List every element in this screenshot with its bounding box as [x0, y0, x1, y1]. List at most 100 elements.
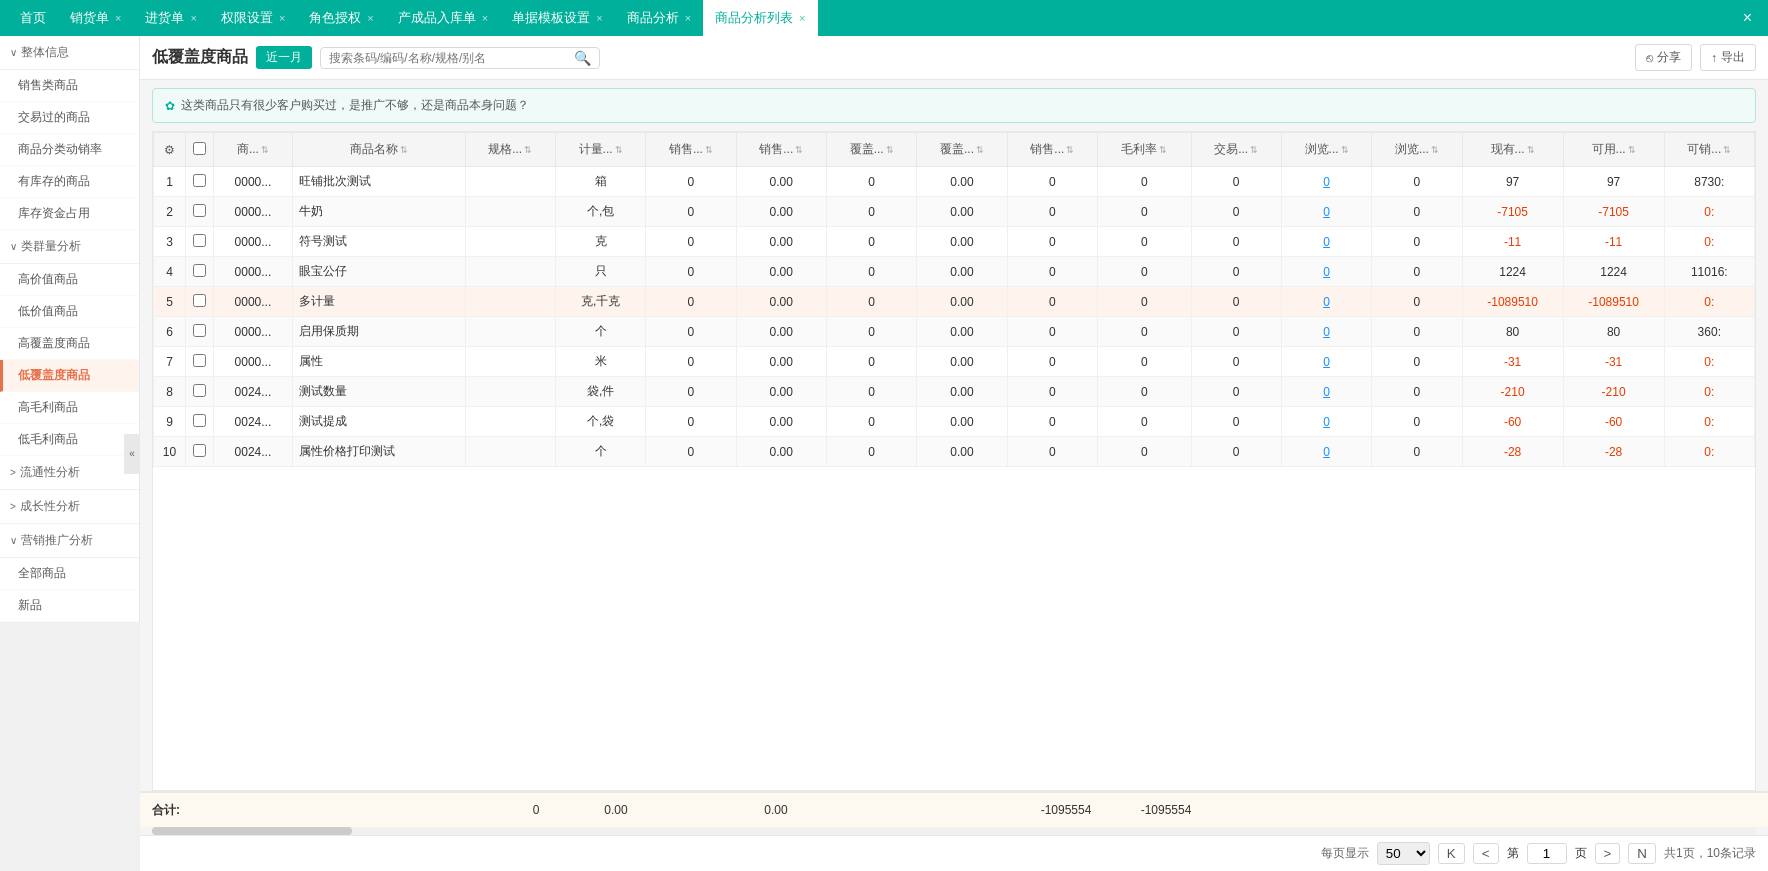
row-checkbox[interactable] [193, 174, 206, 187]
th-checkbox[interactable] [186, 133, 214, 167]
th-trade[interactable]: 交易...⇅ [1191, 133, 1281, 167]
sidebar-item-stock-capital[interactable]: 库存资金占用 [0, 198, 139, 230]
th-spec[interactable]: 规格...⇅ [465, 133, 555, 167]
sidebar-collapse-button[interactable]: « [124, 434, 140, 474]
sidebar-section-flow[interactable]: > 流通性分析 [0, 456, 139, 490]
cell-browse1[interactable]: 0 [1281, 197, 1371, 227]
share-button[interactable]: ⎋ 分享 [1635, 44, 1692, 71]
period-button[interactable]: 近一月 [256, 46, 312, 69]
cell-checkbox[interactable] [186, 167, 214, 197]
nav-item-product[interactable]: 产成品入库单 × [386, 0, 500, 36]
nav-item-analysis[interactable]: 商品分析 × [615, 0, 703, 36]
cell-checkbox[interactable] [186, 197, 214, 227]
cell-checkbox[interactable] [186, 347, 214, 377]
cell-browse1[interactable]: 0 [1281, 347, 1371, 377]
sidebar-item-high-value[interactable]: 高价值商品 [0, 264, 139, 296]
th-cover2[interactable]: 覆盖...⇅ [917, 133, 1007, 167]
first-page-button[interactable]: K [1438, 843, 1465, 864]
sidebar-section-growth[interactable]: > 成长性分析 [0, 490, 139, 524]
nav-close-permission[interactable]: × [279, 12, 285, 24]
row-checkbox[interactable] [193, 444, 206, 457]
nav-item-purchase[interactable]: 进货单 × [133, 0, 208, 36]
cell-browse1[interactable]: 0 [1281, 317, 1371, 347]
th-name[interactable]: 商品名称⇅ [292, 133, 465, 167]
row-checkbox[interactable] [193, 204, 206, 217]
th-sales1[interactable]: 销售...⇅ [646, 133, 736, 167]
row-checkbox[interactable] [193, 264, 206, 277]
select-all-checkbox[interactable] [193, 142, 206, 155]
nav-item-analysis-list[interactable]: 商品分析列表 × [703, 0, 817, 36]
cell-browse1[interactable]: 0 [1281, 437, 1371, 467]
sidebar-item-stock-goods[interactable]: 有库存的商品 [0, 166, 139, 198]
last-page-button[interactable]: N [1628, 843, 1656, 864]
cell-browse1[interactable]: 0 [1281, 227, 1371, 257]
nav-item-template[interactable]: 单据模板设置 × [500, 0, 614, 36]
th-browse2[interactable]: 浏览...⇅ [1372, 133, 1462, 167]
cell-checkbox[interactable] [186, 227, 214, 257]
row-checkbox[interactable] [193, 384, 206, 397]
per-page-select[interactable]: 10 20 50 100 [1377, 842, 1430, 865]
nav-close-analysis-list[interactable]: × [799, 12, 805, 24]
sidebar-item-traded-goods[interactable]: 交易过的商品 [0, 102, 139, 134]
cell-checkbox[interactable] [186, 317, 214, 347]
sidebar-item-low-margin[interactable]: 低毛利商品 [0, 424, 139, 456]
cell-browse1[interactable]: 0 [1281, 257, 1371, 287]
th-settings[interactable]: ⚙ [154, 133, 186, 167]
cell-checkbox[interactable] [186, 377, 214, 407]
th-unit[interactable]: 计量...⇅ [555, 133, 645, 167]
th-browse1[interactable]: 浏览...⇅ [1281, 133, 1371, 167]
settings-icon[interactable]: ⚙ [164, 143, 175, 157]
th-gross[interactable]: 毛利率⇅ [1098, 133, 1192, 167]
next-page-button[interactable]: > [1595, 843, 1621, 864]
cell-checkbox[interactable] [186, 437, 214, 467]
cell-checkbox[interactable] [186, 287, 214, 317]
nav-close-analysis[interactable]: × [685, 12, 691, 24]
sidebar-item-sales-goods[interactable]: 销售类商品 [0, 70, 139, 102]
th-cover1[interactable]: 覆盖...⇅ [826, 133, 916, 167]
scrollbar-thumb[interactable] [152, 827, 352, 835]
th-sales2[interactable]: 销售...⇅ [736, 133, 826, 167]
sidebar-section-cluster[interactable]: ∨ 类群量分析 [0, 230, 139, 264]
search-input[interactable] [329, 51, 574, 65]
nav-close-template[interactable]: × [596, 12, 602, 24]
nav-close-role[interactable]: × [367, 12, 373, 24]
search-icon[interactable]: 🔍 [574, 50, 591, 66]
nav-close-sales[interactable]: × [115, 12, 121, 24]
nav-close-purchase[interactable]: × [190, 12, 196, 24]
window-close-button[interactable]: × [1735, 9, 1760, 27]
th-stock2[interactable]: 可用...⇅ [1563, 133, 1664, 167]
sidebar-section-overview[interactable]: ∨ 整体信息 [0, 36, 139, 70]
cell-checkbox[interactable] [186, 257, 214, 287]
sidebar-item-low-value[interactable]: 低价值商品 [0, 296, 139, 328]
nav-item-sales[interactable]: 销货单 × [58, 0, 133, 36]
row-checkbox[interactable] [193, 324, 206, 337]
sidebar-item-high-coverage[interactable]: 高覆盖度商品 [0, 328, 139, 360]
row-checkbox[interactable] [193, 294, 206, 307]
page-number-input[interactable] [1527, 843, 1567, 864]
cell-browse1[interactable]: 0 [1281, 377, 1371, 407]
sidebar-item-category-rate[interactable]: 商品分类动销率 [0, 134, 139, 166]
cell-browse1[interactable]: 0 [1281, 407, 1371, 437]
sidebar-item-high-margin[interactable]: 高毛利商品 [0, 392, 139, 424]
nav-item-home[interactable]: 首页 [8, 0, 58, 36]
export-button[interactable]: ↑ 导出 [1700, 44, 1756, 71]
th-sellable[interactable]: 可销...⇅ [1664, 133, 1754, 167]
th-sales3[interactable]: 销售...⇅ [1007, 133, 1097, 167]
prev-page-button[interactable]: < [1473, 843, 1499, 864]
row-checkbox[interactable] [193, 234, 206, 247]
cell-browse1[interactable]: 0 [1281, 167, 1371, 197]
cell-checkbox[interactable] [186, 407, 214, 437]
horizontal-scrollbar[interactable] [152, 827, 1756, 835]
th-stock1[interactable]: 现有...⇅ [1462, 133, 1563, 167]
row-checkbox[interactable] [193, 414, 206, 427]
nav-item-permission[interactable]: 权限设置 × [209, 0, 297, 36]
nav-item-role[interactable]: 角色授权 × [297, 0, 385, 36]
sidebar-item-all-goods[interactable]: 全部商品 [0, 558, 139, 590]
sidebar-item-low-coverage[interactable]: 低覆盖度商品 [0, 360, 139, 392]
nav-close-product[interactable]: × [482, 12, 488, 24]
sidebar-item-new-goods[interactable]: 新品 [0, 590, 139, 622]
th-code[interactable]: 商...⇅ [214, 133, 293, 167]
row-checkbox[interactable] [193, 354, 206, 367]
sidebar-section-marketing[interactable]: ∨ 营销推广分析 [0, 524, 139, 558]
cell-browse1[interactable]: 0 [1281, 287, 1371, 317]
